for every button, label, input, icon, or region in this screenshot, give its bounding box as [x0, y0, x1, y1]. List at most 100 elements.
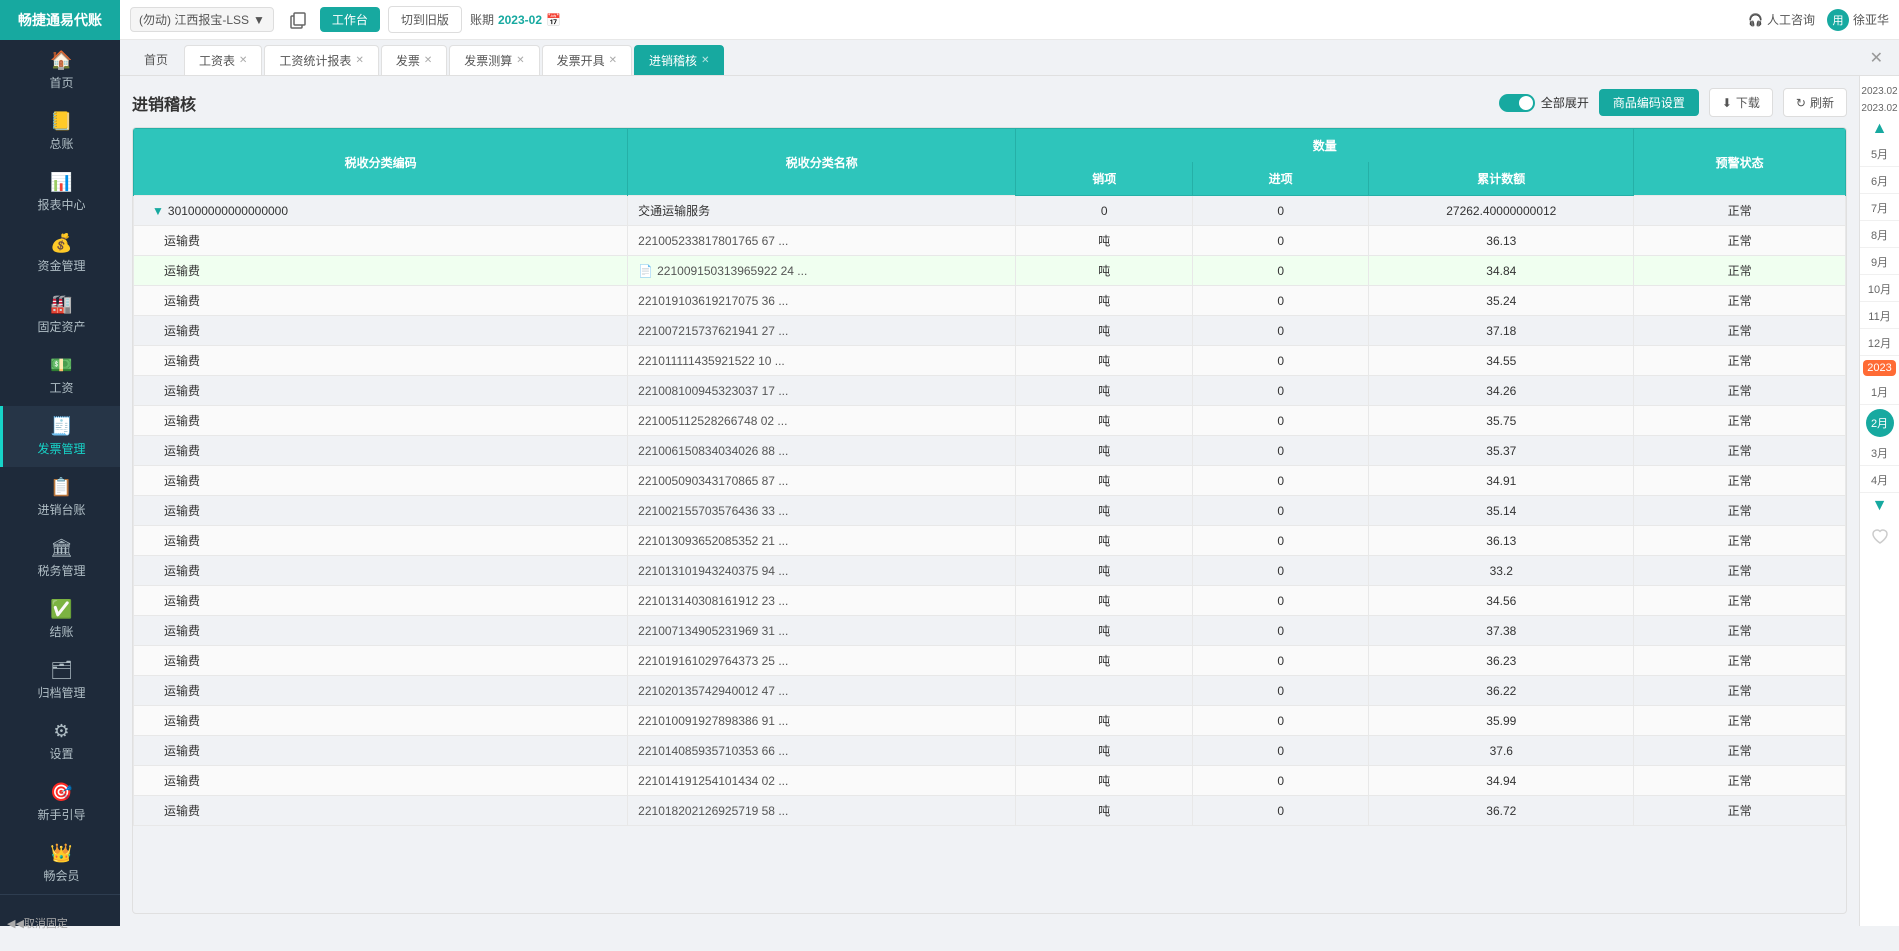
month-4[interactable]: 4月: [1860, 468, 1899, 493]
cell-purchase: 0: [1192, 226, 1368, 256]
sidebar-item-tax[interactable]: 🏛 税务管理: [0, 528, 120, 589]
company-name: (勿动) 江西报宝-LSS: [139, 11, 249, 28]
table-row[interactable]: 运输费 221019161029764373 25 ... 吨 0 36.23 …: [134, 646, 1846, 676]
tab-close-icon[interactable]: ✕: [355, 55, 363, 66]
col-header-status: 预警状态: [1634, 129, 1846, 196]
col-header-total: 累计数额: [1369, 162, 1634, 196]
table-row[interactable]: 运输费 221008100945323037 17 ... 吨 0 34.26 …: [134, 376, 1846, 406]
tab-close-icon[interactable]: ✕: [239, 55, 247, 66]
table-row[interactable]: 运输费 221006150834034026 88 ... 吨 0 35.37 …: [134, 436, 1846, 466]
cell-invoice-code: 221005233817801765 67 ...: [628, 226, 1016, 256]
tab-close-icon[interactable]: ✕: [701, 55, 709, 66]
sidebar-item-funds[interactable]: 💰 资金管理: [0, 223, 120, 284]
table-row[interactable]: 运输费 221018202126925719 58 ... 吨 0 36.72 …: [134, 796, 1846, 826]
month-1[interactable]: 1月: [1860, 380, 1899, 405]
expand-toggle[interactable]: [1499, 94, 1535, 112]
table-row[interactable]: 运输费 221005090343170865 87 ... 吨 0 34.91 …: [134, 466, 1846, 496]
table-row[interactable]: 运输费 221005233817801765 67 ... 吨 0 36.13 …: [134, 226, 1846, 256]
cell-purchase: 0: [1192, 346, 1368, 376]
sidebar-item-invoice[interactable]: 🧾 发票管理: [0, 406, 120, 467]
table-row[interactable]: 运输费 221020135742940012 47 ... 0 36.22 正常: [134, 676, 1846, 706]
cell-total: 36.13: [1369, 526, 1634, 556]
copy-icon[interactable]: [282, 11, 312, 29]
cell-invoice-code: 221013101943240375 94 ...: [628, 556, 1016, 586]
table-row[interactable]: 运输费 221002155703576436 33 ... 吨 0 35.14 …: [134, 496, 1846, 526]
tab-invoice-issue[interactable]: 发票开具 ✕: [542, 45, 632, 75]
product-code-settings-button[interactable]: 商品编码设置: [1599, 89, 1699, 116]
refresh-button[interactable]: ↻ 刷新: [1783, 88, 1847, 117]
sidebar-item-guide[interactable]: 🎯 新手引导: [0, 772, 120, 833]
workspace-button[interactable]: 工作台: [320, 7, 380, 32]
tab-payroll-report[interactable]: 工资统计报表 ✕: [264, 45, 378, 75]
cell-unit: 吨: [1016, 796, 1192, 826]
tab-sales-check[interactable]: 进销稽核 ✕: [634, 45, 724, 75]
table-row[interactable]: 运输费 221014191254101434 02 ... 吨 0 34.94 …: [134, 766, 1846, 796]
tab-home[interactable]: 首页: [130, 45, 182, 74]
sidebar-item-archive[interactable]: 🗂 归档管理: [0, 650, 120, 711]
month-3[interactable]: 3月: [1860, 441, 1899, 466]
cell-purchase: 0: [1192, 376, 1368, 406]
cell-unit: 吨: [1016, 466, 1192, 496]
close-all-button[interactable]: ✕: [1864, 46, 1889, 70]
sidebar-item-member[interactable]: 👑 畅会员: [0, 833, 120, 894]
cell-status: 正常: [1634, 766, 1846, 796]
cell-status: 正常: [1634, 646, 1846, 676]
cell-status: 正常: [1634, 196, 1846, 226]
table-row[interactable]: 运输费 221010091927898386 91 ... 吨 0 35.99 …: [134, 706, 1846, 736]
table-row[interactable]: 运输费 221013093652085352 21 ... 吨 0 36.13 …: [134, 526, 1846, 556]
month-6[interactable]: 6月: [1860, 169, 1899, 194]
tab-close-icon[interactable]: ✕: [609, 55, 617, 66]
sidebar-item-label: 固定资产: [37, 318, 85, 335]
tab-invoice[interactable]: 发票 ✕: [381, 45, 447, 75]
table-row[interactable]: 运输费 221005112528266748 02 ... 吨 0 35.75 …: [134, 406, 1846, 436]
sidebar-item-settings[interactable]: ⚙ 设置: [0, 711, 120, 772]
unpin-button[interactable]: ◀◀ 取消固定: [0, 905, 120, 941]
tab-label: 工资表: [199, 52, 235, 69]
nav-up-icon[interactable]: ▲: [1870, 118, 1890, 140]
table-row[interactable]: ▼301000000000000000 交通运输服务 0 0 27262.400…: [134, 196, 1846, 226]
sidebar-item-ledger[interactable]: 📒 总账: [0, 101, 120, 162]
cell-invoice-code: 221005112528266748 02 ...: [628, 406, 1016, 436]
heart-icon[interactable]: [1870, 527, 1890, 550]
cell-sales: 0: [1016, 196, 1192, 226]
support-link[interactable]: 🎧 人工咨询: [1748, 11, 1815, 28]
month-9[interactable]: 9月: [1860, 250, 1899, 275]
user-menu[interactable]: 用 徐亚华: [1827, 9, 1889, 31]
sidebar-item-checkout[interactable]: ✅ 结账: [0, 589, 120, 650]
tab-close-icon[interactable]: ✕: [424, 55, 432, 66]
cell-invoice-code: 221014085935710353 66 ...: [628, 736, 1016, 766]
cell-purchase: 0: [1192, 196, 1368, 226]
cell-total: 34.56: [1369, 586, 1634, 616]
table-row[interactable]: 运输费 221007215737621941 27 ... 吨 0 37.18 …: [134, 316, 1846, 346]
month-7[interactable]: 7月: [1860, 196, 1899, 221]
tab-invoice-calc[interactable]: 发票测算 ✕: [449, 45, 539, 75]
month-10[interactable]: 10月: [1860, 277, 1899, 302]
cell-status: 正常: [1634, 346, 1846, 376]
company-selector[interactable]: (勿动) 江西报宝-LSS ▼: [130, 7, 274, 32]
switch-version-button[interactable]: 切到旧版: [388, 6, 462, 33]
table-row[interactable]: 运输费 221014085935710353 66 ... 吨 0 37.6 正…: [134, 736, 1846, 766]
tab-close-icon[interactable]: ✕: [516, 55, 524, 66]
table-row[interactable]: 运输费 221007134905231969 31 ... 吨 0 37.38 …: [134, 616, 1846, 646]
month-8[interactable]: 8月: [1860, 223, 1899, 248]
calendar-icon[interactable]: 📅: [546, 13, 561, 27]
sidebar-item-sales-ledger[interactable]: 📋 进销台账: [0, 467, 120, 528]
tab-payroll[interactable]: 工资表 ✕: [184, 45, 262, 75]
sidebar-item-payroll[interactable]: 💵 工资: [0, 345, 120, 406]
sidebar-item-label: 报表中心: [37, 196, 85, 213]
table-row[interactable]: 运输费 221013101943240375 94 ... 吨 0 33.2 正…: [134, 556, 1846, 586]
table-row[interactable]: 运输费 📄221009150313965922 24 ... 吨 0 34.84…: [134, 256, 1846, 286]
table-row[interactable]: 运输费 221019103619217075 36 ... 吨 0 35.24 …: [134, 286, 1846, 316]
sidebar-item-home[interactable]: 🏠 首页: [0, 40, 120, 101]
month-12[interactable]: 12月: [1860, 331, 1899, 356]
sidebar-item-reports[interactable]: 📊 报表中心: [0, 162, 120, 223]
month-5[interactable]: 5月: [1860, 142, 1899, 167]
download-button[interactable]: ⬇ 下载: [1709, 88, 1773, 117]
current-month[interactable]: 2月: [1866, 409, 1894, 437]
sidebar-item-assets[interactable]: 🏭 固定资产: [0, 284, 120, 345]
table-row[interactable]: 运输费 221013140308161912 23 ... 吨 0 34.56 …: [134, 586, 1846, 616]
nav-down-icon[interactable]: ▼: [1870, 495, 1890, 517]
cell-code: 运输费: [134, 496, 628, 526]
table-row[interactable]: 运输费 221011111435921522 10 ... 吨 0 34.55 …: [134, 346, 1846, 376]
month-11[interactable]: 11月: [1860, 304, 1899, 329]
